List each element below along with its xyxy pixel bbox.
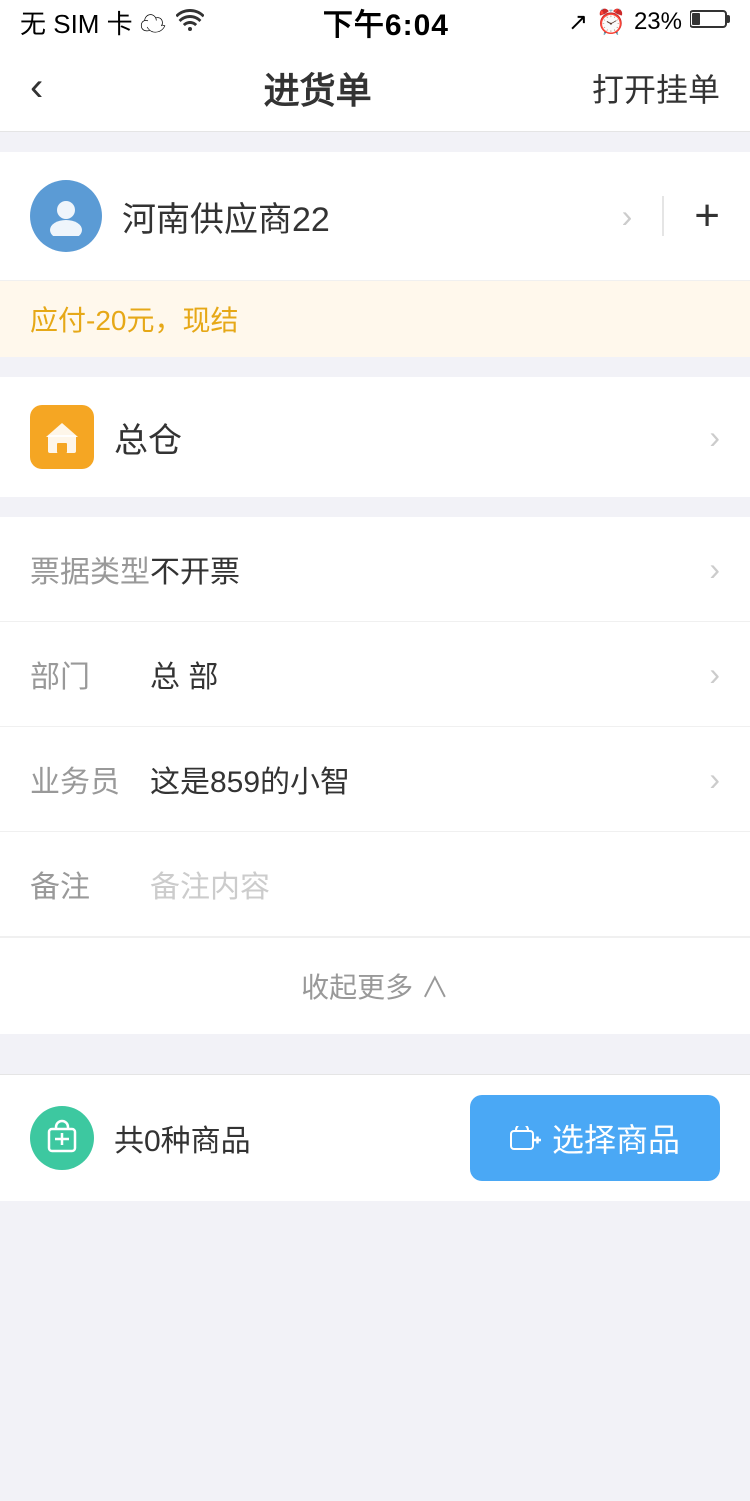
add-supplier-button[interactable]: +	[694, 191, 720, 241]
alarm-icon: ⏰	[596, 8, 626, 37]
battery-icon	[690, 8, 730, 36]
gap3	[0, 497, 750, 517]
product-count-label: 共0种商品	[114, 1116, 470, 1160]
warehouse-arrow-icon: ›	[709, 419, 720, 456]
collapse-row[interactable]: 收起更多 ∧	[0, 937, 750, 1034]
invoice-type-label: 票据类型	[30, 547, 150, 591]
supplier-arrow-icon: ›	[622, 198, 633, 235]
open-pending-button[interactable]: 打开挂单	[592, 65, 720, 111]
department-label: 部门	[30, 652, 150, 696]
select-product-button[interactable]: 选择商品	[470, 1095, 720, 1181]
gap1	[0, 132, 750, 152]
status-bar: 无 SIM 卡 ☁ 下午6:04 ↗ ⏰ 23%	[0, 0, 750, 44]
page-title: 进货单	[264, 62, 372, 114]
location-icon: ↗	[568, 8, 588, 37]
salesperson-label: 业务员	[30, 757, 150, 801]
nav-bar: ‹ 进货单 打开挂单	[0, 44, 750, 132]
form-section: 票据类型 不开票 › 部门 总 部 › 业务员 这是859的小智 › 备注 备注…	[0, 517, 750, 1034]
salesperson-row[interactable]: 业务员 这是859的小智 ›	[0, 727, 750, 832]
supplier-section: 河南供应商22 › + 应付-20元，现结	[0, 152, 750, 357]
warehouse-row[interactable]: 总仓 ›	[0, 377, 750, 497]
department-arrow-icon: ›	[709, 656, 720, 693]
battery-label: 23%	[634, 8, 682, 36]
product-icon-wrap	[30, 1106, 94, 1170]
gap4	[0, 1034, 750, 1054]
back-button[interactable]: ‹	[30, 65, 43, 110]
select-product-label: 选择商品	[552, 1115, 680, 1161]
remark-row: 备注 备注内容	[0, 832, 750, 937]
status-right: ↗ ⏰ 23%	[568, 8, 730, 37]
salesperson-arrow-icon: ›	[709, 761, 720, 798]
warehouse-name: 总仓	[114, 413, 709, 462]
invoice-type-row[interactable]: 票据类型 不开票 ›	[0, 517, 750, 622]
status-time: 下午6:04	[323, 0, 449, 44]
department-row[interactable]: 部门 总 部 ›	[0, 622, 750, 727]
notice-bar: 应付-20元，现结	[0, 281, 750, 357]
collapse-label: 收起更多 ∧	[301, 972, 449, 1003]
wifi-icon	[176, 7, 204, 38]
divider	[662, 196, 664, 236]
supplier-name: 河南供应商22	[122, 192, 622, 241]
supplier-row[interactable]: 河南供应商22 › +	[0, 152, 750, 281]
warehouse-section: 总仓 ›	[0, 377, 750, 497]
remark-label: 备注	[30, 862, 150, 906]
supplier-avatar	[30, 180, 102, 252]
select-product-icon	[510, 1120, 542, 1157]
notice-text: 应付-20元，现结	[30, 305, 238, 336]
no-sim-label: 无 SIM 卡 ☁	[20, 4, 166, 41]
warehouse-icon-wrap	[30, 405, 94, 469]
remaining-bg	[0, 1201, 750, 1501]
gap2	[0, 357, 750, 377]
bottom-bar: 共0种商品 选择商品	[0, 1074, 750, 1201]
invoice-type-arrow-icon: ›	[709, 551, 720, 588]
remark-placeholder[interactable]: 备注内容	[150, 862, 720, 906]
invoice-type-value: 不开票	[150, 547, 709, 591]
status-left: 无 SIM 卡 ☁	[20, 4, 204, 41]
salesperson-value: 这是859的小智	[150, 757, 709, 801]
department-value: 总 部	[150, 652, 709, 696]
